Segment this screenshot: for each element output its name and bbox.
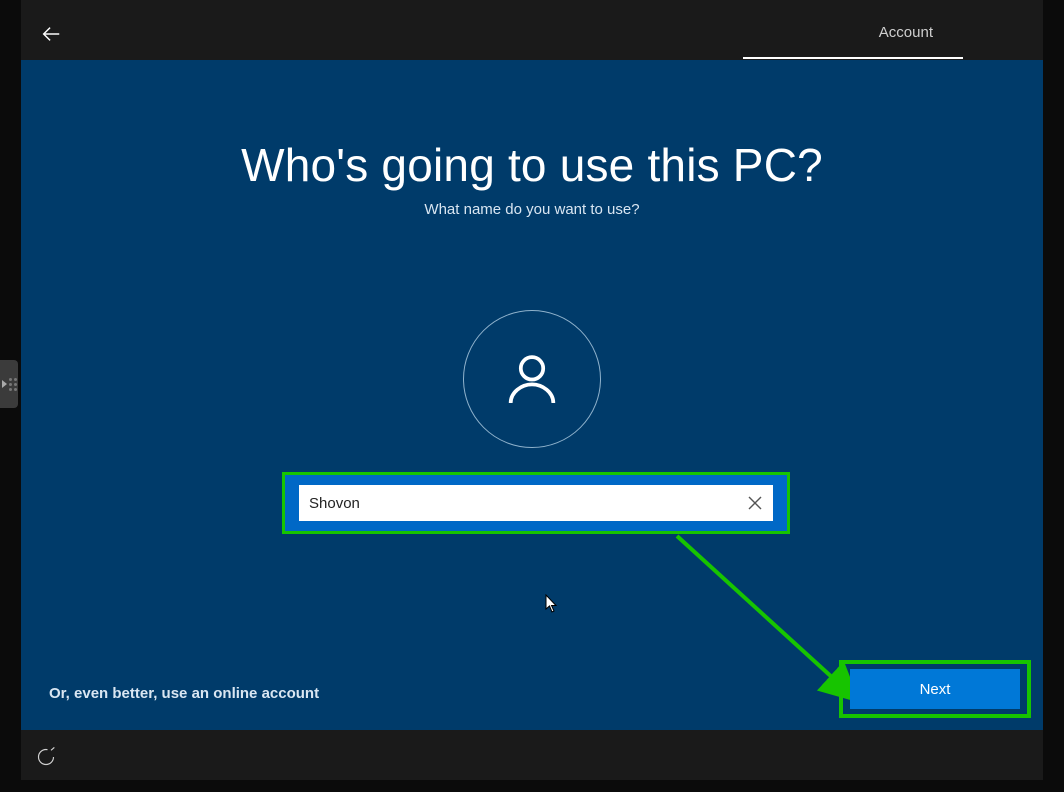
drag-dots-icon	[9, 378, 17, 391]
accessibility-button[interactable]	[33, 744, 59, 770]
clear-input-button[interactable]	[737, 485, 773, 521]
tab-account[interactable]: Account	[879, 24, 933, 41]
username-input-wrap	[297, 483, 775, 523]
next-button[interactable]: Next	[850, 669, 1020, 709]
window-frame: Account Who's going to use this PC? What…	[0, 0, 1064, 792]
accessibility-icon	[36, 747, 56, 767]
username-input[interactable]	[299, 485, 737, 521]
side-handle[interactable]	[0, 360, 18, 408]
use-online-account-link[interactable]: Or, even better, use an online account	[49, 685, 319, 702]
page-title: Who's going to use this PC?	[21, 138, 1043, 192]
back-arrow-icon	[40, 23, 62, 45]
username-highlight-box	[282, 472, 790, 534]
next-highlight-box: Next	[839, 660, 1031, 718]
setup-body: Who's going to use this PC? What name do…	[21, 60, 1043, 730]
title-bar: Account	[21, 0, 1043, 60]
chevron-right-icon	[2, 380, 7, 388]
user-icon	[500, 347, 564, 411]
bottom-bar	[21, 730, 1043, 780]
tab-underline	[743, 57, 963, 59]
back-button[interactable]	[33, 18, 69, 50]
avatar-placeholder	[463, 310, 601, 448]
mouse-cursor-icon	[545, 594, 559, 614]
close-icon	[748, 496, 762, 510]
page-subtitle: What name do you want to use?	[21, 201, 1043, 218]
